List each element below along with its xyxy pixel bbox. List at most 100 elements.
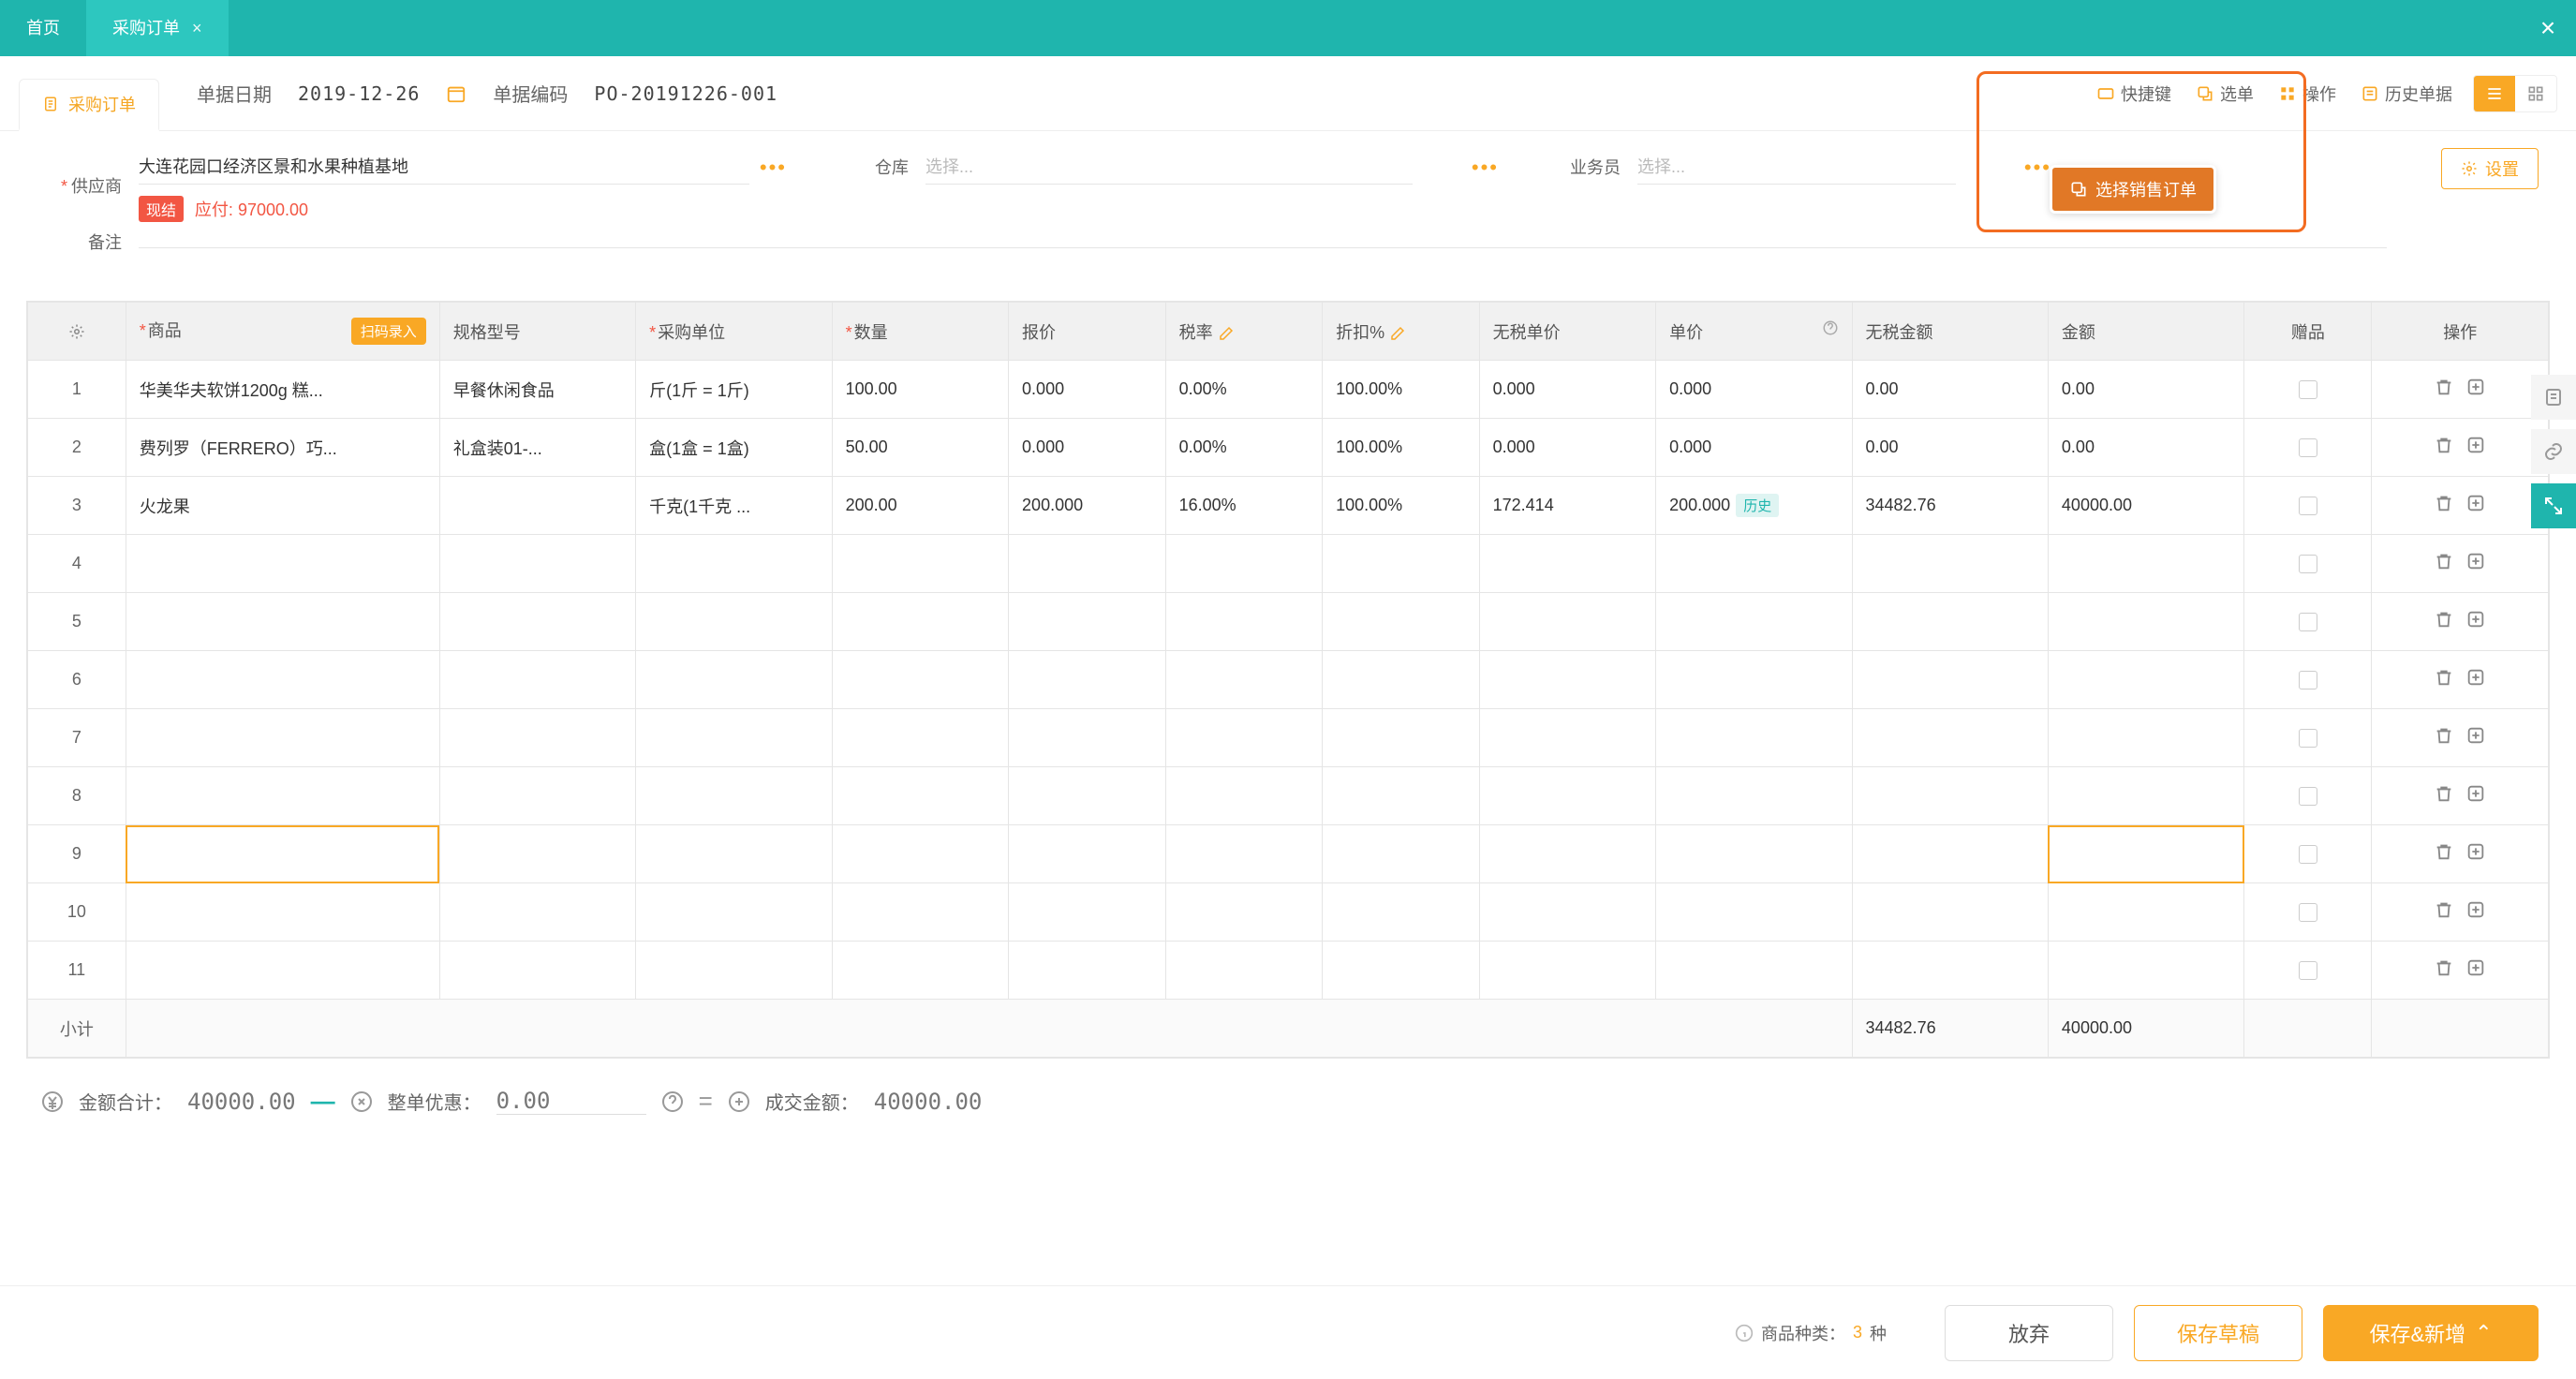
gift-checkbox[interactable] [2299, 497, 2317, 515]
cell-amount[interactable] [2048, 593, 2243, 651]
cell-amount[interactable] [2048, 942, 2243, 1000]
cell-qty[interactable] [832, 651, 1008, 709]
col-quote[interactable]: 报价 [1009, 303, 1166, 361]
cell-discount[interactable] [1323, 709, 1480, 767]
cell-unit[interactable]: 盒(1盒 = 1盒) [636, 419, 832, 477]
gift-checkbox[interactable] [2299, 961, 2317, 980]
cell-price-notax[interactable] [1479, 651, 1655, 709]
cell-spec[interactable]: 早餐休闲食品 [439, 361, 635, 419]
cell-quote[interactable]: 0.000 [1009, 361, 1166, 419]
cell-tax[interactable]: 16.00% [1165, 477, 1323, 535]
cell-price-notax[interactable]: 0.000 [1479, 419, 1655, 477]
add-row-icon[interactable] [2465, 783, 2486, 804]
view-list-icon[interactable] [2474, 76, 2515, 111]
cell-price[interactable]: 200.000历史 [1656, 477, 1852, 535]
table-row[interactable]: 6 [28, 651, 2549, 709]
cell-spec[interactable] [439, 477, 635, 535]
cell-quote[interactable] [1009, 593, 1166, 651]
cell-amount-notax[interactable]: 0.00 [1852, 419, 2048, 477]
cell-ops[interactable] [2372, 651, 2549, 709]
cell-gift[interactable] [2244, 767, 2372, 825]
cell-amount[interactable] [2048, 535, 2243, 593]
cell-product[interactable] [126, 593, 439, 651]
cell-gift[interactable] [2244, 593, 2372, 651]
row-index[interactable]: 11 [28, 942, 126, 1000]
add-row-icon[interactable] [2465, 841, 2486, 862]
cell-qty[interactable] [832, 883, 1008, 942]
tab-home[interactable]: 首页 [0, 0, 86, 56]
col-product[interactable]: *商品扫码录入 [126, 303, 439, 361]
row-index[interactable]: 10 [28, 883, 126, 942]
delete-row-icon[interactable] [2434, 667, 2454, 688]
cell-price-notax[interactable] [1479, 942, 1655, 1000]
cell-qty[interactable]: 200.00 [832, 477, 1008, 535]
cell-amount[interactable] [2048, 883, 2243, 942]
cell-tax[interactable] [1165, 651, 1323, 709]
add-row-icon[interactable] [2465, 435, 2486, 455]
history-link[interactable]: 历史单据 [2351, 76, 2462, 111]
cell-spec[interactable] [439, 593, 635, 651]
cell-quote[interactable] [1009, 767, 1166, 825]
remark-input[interactable] [139, 236, 2387, 248]
delete-row-icon[interactable] [2434, 725, 2454, 746]
cell-price-notax[interactable] [1479, 709, 1655, 767]
cell-quote[interactable] [1009, 535, 1166, 593]
cell-price[interactable] [1656, 825, 1852, 883]
col-gift[interactable]: 赠品 [2244, 303, 2372, 361]
cell-amount-notax[interactable] [1852, 767, 2048, 825]
cell-price-notax[interactable] [1479, 535, 1655, 593]
cell-qty[interactable] [832, 767, 1008, 825]
more-icon[interactable]: ••• [760, 156, 787, 180]
cell-gift[interactable] [2244, 535, 2372, 593]
cell-amount-notax[interactable] [1852, 535, 2048, 593]
cell-qty[interactable]: 50.00 [832, 419, 1008, 477]
cell-ops[interactable] [2372, 593, 2549, 651]
cell-amount[interactable] [2048, 767, 2243, 825]
add-row-icon[interactable] [2465, 667, 2486, 688]
cell-amount[interactable]: 0.00 [2048, 419, 2243, 477]
cell-quote[interactable] [1009, 825, 1166, 883]
table-row[interactable]: 10 [28, 883, 2549, 942]
add-row-icon[interactable] [2465, 493, 2486, 513]
delete-row-icon[interactable] [2434, 377, 2454, 397]
col-spec[interactable]: 规格型号 [439, 303, 635, 361]
cell-unit[interactable] [636, 535, 832, 593]
close-icon[interactable]: × [192, 19, 202, 37]
view-card-icon[interactable] [2515, 76, 2556, 111]
cell-product[interactable] [126, 825, 439, 883]
supplier-value[interactable]: 大连花园口经济区景和水果种植基地 [139, 148, 749, 185]
calendar-icon[interactable] [446, 83, 466, 104]
cell-product[interactable] [126, 767, 439, 825]
document-tab[interactable]: 采购订单 [19, 79, 159, 131]
col-price-notax[interactable]: 无税单价 [1479, 303, 1655, 361]
cell-discount[interactable] [1323, 651, 1480, 709]
cell-product[interactable] [126, 942, 439, 1000]
cell-amount-notax[interactable] [1852, 593, 2048, 651]
row-index[interactable]: 8 [28, 767, 126, 825]
col-unit[interactable]: *采购单位 [636, 303, 832, 361]
cell-discount[interactable]: 100.00% [1323, 477, 1480, 535]
delete-row-icon[interactable] [2434, 841, 2454, 862]
cell-discount[interactable] [1323, 767, 1480, 825]
cell-price-notax[interactable] [1479, 883, 1655, 942]
row-index[interactable]: 6 [28, 651, 126, 709]
cell-gift[interactable] [2244, 361, 2372, 419]
cell-qty[interactable] [832, 535, 1008, 593]
cell-amount[interactable] [2048, 709, 2243, 767]
add-row-icon[interactable] [2465, 957, 2486, 978]
delete-row-icon[interactable] [2434, 435, 2454, 455]
cell-price-notax[interactable] [1479, 825, 1655, 883]
cell-price-notax[interactable]: 172.414 [1479, 477, 1655, 535]
cell-spec[interactable] [439, 709, 635, 767]
cell-unit[interactable] [636, 825, 832, 883]
cell-amount-notax[interactable] [1852, 709, 2048, 767]
cell-qty[interactable] [832, 709, 1008, 767]
cell-product[interactable]: 费列罗（FERRERO）巧... [126, 419, 439, 477]
cell-gift[interactable] [2244, 651, 2372, 709]
cell-gift[interactable] [2244, 942, 2372, 1000]
cell-amount-notax[interactable]: 0.00 [1852, 361, 2048, 419]
cell-unit[interactable] [636, 767, 832, 825]
cell-amount[interactable] [2048, 825, 2243, 883]
cell-discount[interactable] [1323, 825, 1480, 883]
cell-amount[interactable] [2048, 651, 2243, 709]
